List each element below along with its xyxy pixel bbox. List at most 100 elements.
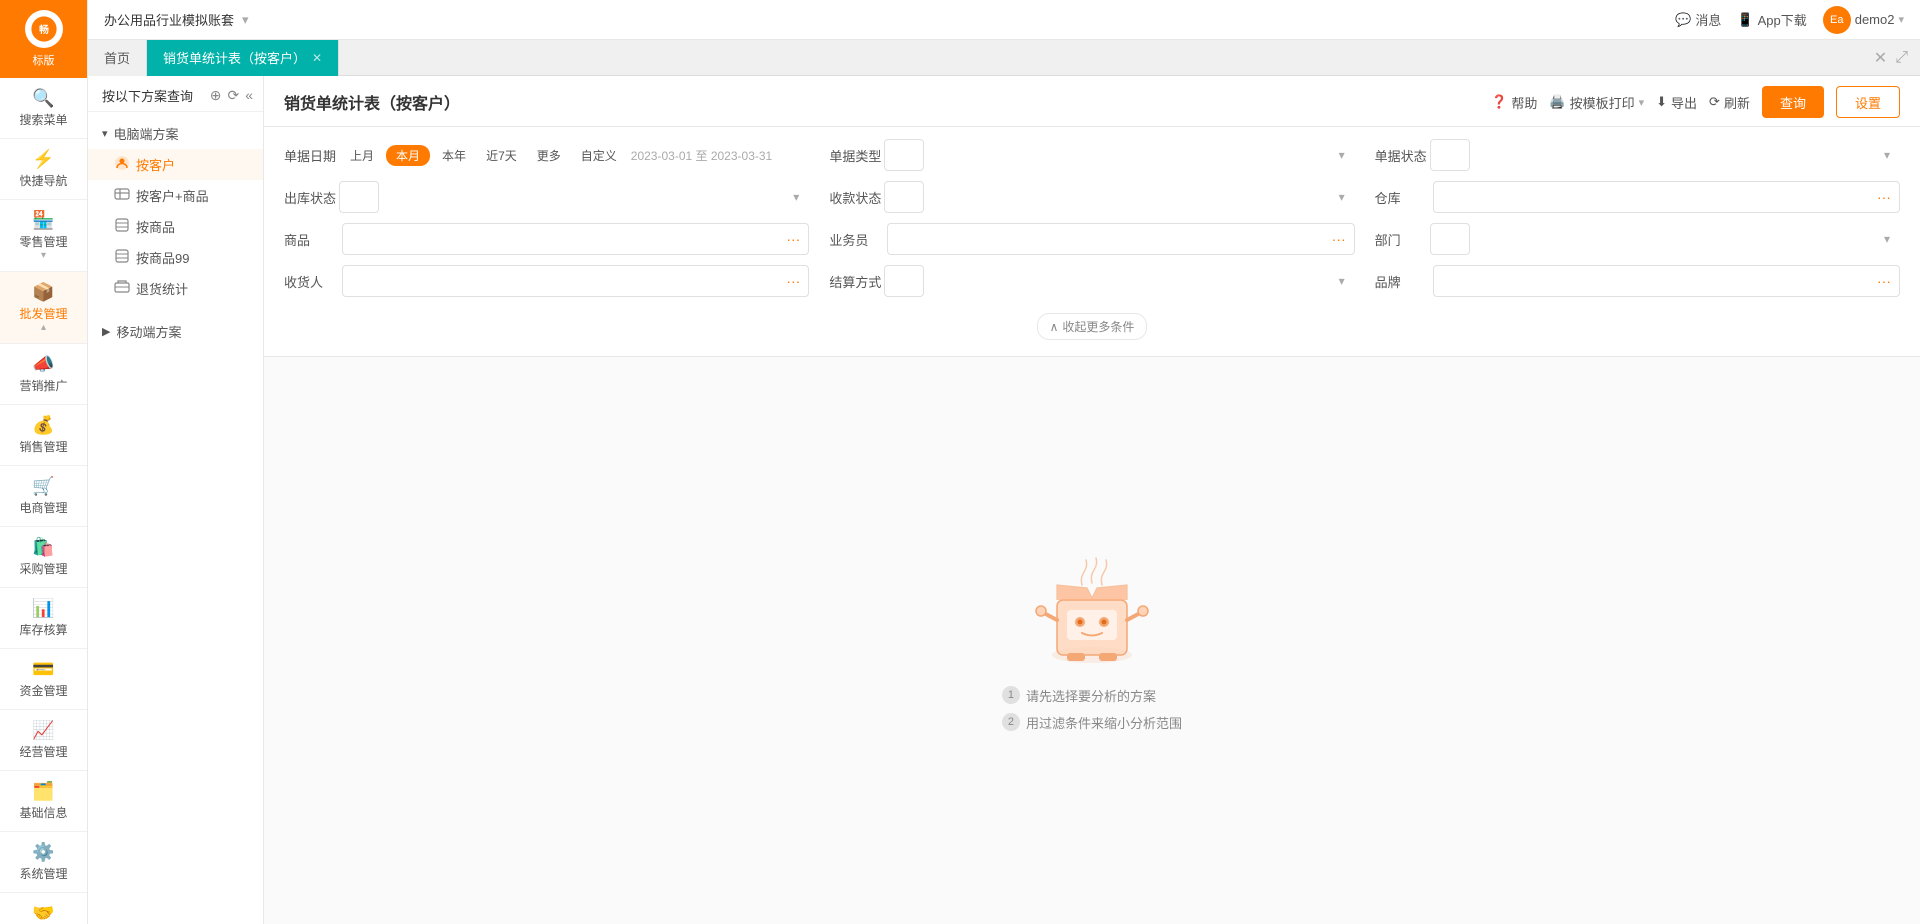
status-select[interactable] xyxy=(1430,139,1470,171)
sub-sidebar-header: 按以下方案查询 ⊕ ⟳ « xyxy=(88,76,263,112)
type-field: 单据类型 ▾ xyxy=(829,139,1354,171)
refresh-scheme-icon[interactable]: ⟳ xyxy=(227,87,239,104)
page-header: 销货单统计表（按客户） ❓ 帮助 🖨️ 按模板打印 ▾ ⬇ 导出 xyxy=(264,76,1920,127)
sidebar-item-enterprise[interactable]: 🤝 企业协同 xyxy=(0,893,87,924)
scheme-group-desktop-header[interactable]: ▾ 电脑端方案 xyxy=(88,118,263,149)
collapse-button[interactable]: ∧ 收起更多条件 xyxy=(1037,313,1148,340)
basic-icon: 🗂️ xyxy=(32,781,54,802)
sidebar-item-finance[interactable]: 💳 资金管理 xyxy=(0,649,87,710)
expand-icon: ▾ xyxy=(102,127,108,140)
message-icon: 💬 xyxy=(1675,12,1691,28)
sidebar-item-wholesale[interactable]: 📦 批发管理 ▴ xyxy=(0,272,87,344)
scheme-group-desktop: ▾ 电脑端方案 按客户 xyxy=(88,112,263,310)
window-close-icon[interactable]: ✕ xyxy=(1874,48,1887,68)
receipt-status-label: 收款状态 xyxy=(829,188,884,207)
sales-icon: 💰 xyxy=(32,415,54,436)
empty-tips: 1 请先选择要分析的方案 2 用过滤条件来缩小分析范围 xyxy=(1002,686,1182,732)
export-icon: ⬇ xyxy=(1656,94,1667,110)
sidebar-item-search[interactable]: 🔍 搜索菜单 xyxy=(0,78,87,139)
brand-label: 品牌 xyxy=(1375,272,1425,291)
sidebar-item-shortcut[interactable]: ⚡ 快捷导航 xyxy=(0,139,87,200)
window-maximize-icon[interactable]: ⤢ xyxy=(1895,49,1908,67)
message-button[interactable]: 💬 消息 xyxy=(1675,10,1721,29)
status-field: 单据状态 ▾ xyxy=(1375,139,1900,171)
retail-icon: 🏪 xyxy=(32,210,54,231)
date-tab-custom[interactable]: 自定义 xyxy=(573,145,625,166)
wholesale-arrow-icon: ▴ xyxy=(41,322,46,333)
refresh-icon: ⟳ xyxy=(1709,94,1720,110)
sidebar-item-ecommerce[interactable]: 🛒 电商管理 xyxy=(0,466,87,527)
sidebar-item-marketing[interactable]: 📣 营销推广 xyxy=(0,344,87,405)
print-arrow-icon: ▾ xyxy=(1639,96,1645,109)
avatar: Ea xyxy=(1823,6,1851,34)
template-print-button[interactable]: 🖨️ 按模板打印 ▾ xyxy=(1549,93,1644,112)
sidebar-item-basic[interactable]: 🗂️ 基础信息 xyxy=(0,771,87,832)
tab-close-icon[interactable]: ✕ xyxy=(312,51,322,65)
date-filter: 单据日期 上月 本月 本年 近7天 更多 自定义 2023-03-01 至 20… xyxy=(284,145,809,166)
settlement-arrow-icon: ▾ xyxy=(1339,274,1345,288)
enterprise-icon: 🤝 xyxy=(32,903,54,924)
scheme-item-by-customer[interactable]: 按客户 xyxy=(88,149,263,180)
scheme-item-by-goods[interactable]: 按商品 xyxy=(88,211,263,242)
brand-input[interactable] xyxy=(1434,274,1869,289)
svg-text:畅: 畅 xyxy=(39,23,49,36)
scheme-item-by-customer-goods[interactable]: 按客户+商品 xyxy=(88,180,263,211)
help-button[interactable]: ❓ 帮助 xyxy=(1491,93,1537,112)
content-area: 按以下方案查询 ⊕ ⟳ « ▾ 电脑端方案 xyxy=(88,76,1920,924)
sidebar-item-operations[interactable]: 📈 经营管理 xyxy=(0,710,87,771)
date-tab-more[interactable]: 更多 xyxy=(529,145,569,166)
salesperson-dots-icon[interactable]: ··· xyxy=(1324,231,1354,247)
tab-home[interactable]: 首页 xyxy=(88,40,147,76)
brand-field: 品牌 ··· xyxy=(1375,265,1900,297)
logo-icon: 畅 xyxy=(25,10,63,48)
goods-field: 商品 ··· xyxy=(284,223,809,255)
refresh-button[interactable]: ⟳ 刷新 xyxy=(1709,93,1750,112)
date-tab-last-7-days[interactable]: 近7天 xyxy=(478,145,525,166)
filter-row-3: 商品 ··· 业务员 ··· 部门 xyxy=(284,223,1900,255)
sidebar-item-retail[interactable]: 🏪 零售管理 ▾ xyxy=(0,200,87,272)
system-icon: ⚙️ xyxy=(32,842,54,863)
sidebar-item-purchase[interactable]: 🛍️ 采购管理 xyxy=(0,527,87,588)
recipient-input[interactable] xyxy=(343,274,778,289)
ecommerce-icon: 🛒 xyxy=(32,476,54,497)
out-status-select[interactable] xyxy=(339,181,379,213)
query-button[interactable]: 查询 xyxy=(1762,86,1824,118)
tab-sales-stats[interactable]: 销货单统计表（按客户） ✕ xyxy=(147,40,339,76)
help-icon: ❓ xyxy=(1491,94,1507,110)
warehouse-input[interactable] xyxy=(1434,190,1869,205)
scheme-group-mobile-header[interactable]: ▶ 移动端方案 xyxy=(88,316,263,347)
brand-dots-icon[interactable]: ··· xyxy=(1869,273,1899,289)
goods-dots-icon[interactable]: ··· xyxy=(778,231,808,247)
mobile-group-label: 移动端方案 xyxy=(116,322,181,341)
title-dropdown-icon[interactable]: ▾ xyxy=(242,12,249,28)
date-tab-this-year[interactable]: 本年 xyxy=(434,145,474,166)
settlement-select[interactable] xyxy=(884,265,924,297)
sidebar-item-system[interactable]: ⚙️ 系统管理 xyxy=(0,832,87,893)
date-tab-last-month[interactable]: 上月 xyxy=(342,145,382,166)
download-icon: 📱 xyxy=(1737,12,1753,28)
export-button[interactable]: ⬇ 导出 xyxy=(1656,93,1697,112)
recipient-dots-icon[interactable]: ··· xyxy=(778,273,808,289)
department-select[interactable] xyxy=(1430,223,1470,255)
shortcut-icon: ⚡ xyxy=(32,149,54,170)
warehouse-dots-icon[interactable]: ··· xyxy=(1869,189,1899,205)
goods-icon xyxy=(114,217,130,236)
type-select[interactable] xyxy=(884,139,924,171)
right-panel: 销货单统计表（按客户） ❓ 帮助 🖨️ 按模板打印 ▾ ⬇ 导出 xyxy=(264,76,1920,924)
scheme-item-return-stats[interactable]: 退货统计 xyxy=(88,273,263,304)
sidebar: 畅 标版 🔍 搜索菜单 ⚡ 快捷导航 🏪 零售管理 ▾ 📦 批发管理 ▴ 📣 营… xyxy=(0,0,88,924)
user-menu[interactable]: Ea demo2 ▾ xyxy=(1823,6,1904,34)
collapse-sidebar-icon[interactable]: « xyxy=(245,87,253,104)
sidebar-item-sales[interactable]: 💰 销售管理 xyxy=(0,405,87,466)
salesperson-input[interactable] xyxy=(888,232,1323,247)
goods-input[interactable] xyxy=(343,232,778,247)
sidebar-item-inventory[interactable]: 📊 库存核算 xyxy=(0,588,87,649)
settings-button[interactable]: 设置 xyxy=(1836,86,1900,118)
scheme-item-by-goods-99[interactable]: 按商品99 xyxy=(88,242,263,273)
receipt-status-select[interactable] xyxy=(884,181,924,213)
inventory-icon: 📊 xyxy=(32,598,54,619)
date-tab-this-month[interactable]: 本月 xyxy=(386,145,430,166)
sub-sidebar: 按以下方案查询 ⊕ ⟳ « ▾ 电脑端方案 xyxy=(88,76,264,924)
app-download-button[interactable]: 📱 App下载 xyxy=(1737,10,1806,29)
add-scheme-icon[interactable]: ⊕ xyxy=(210,87,222,104)
